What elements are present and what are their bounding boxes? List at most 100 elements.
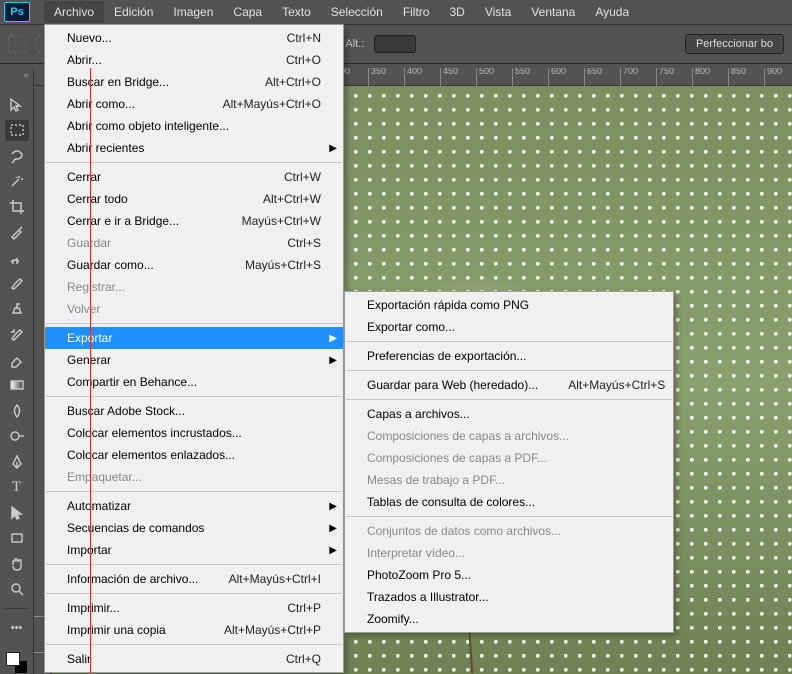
menu-item[interactable]: Exportar como... <box>345 316 673 338</box>
menubar-item-texto[interactable]: Texto <box>272 1 321 23</box>
marquee-tool-icon[interactable] <box>5 120 29 142</box>
menu-separator <box>346 370 672 371</box>
menu-item[interactable]: Guardar para Web (heredado)... Alt+Mayús+… <box>345 374 673 396</box>
menubar-item-3d[interactable]: 3D <box>439 1 474 23</box>
eyedropper-tool-icon[interactable] <box>5 222 29 244</box>
menubar-item-selección[interactable]: Selección <box>321 1 393 23</box>
menu-item-label: Registrar... <box>67 280 321 294</box>
menubar-item-capa[interactable]: Capa <box>223 1 272 23</box>
menu-item-shortcut: Ctrl+Q <box>286 652 321 666</box>
menu-item[interactable]: PhotoZoom Pro 5... <box>345 564 673 586</box>
menu-item: Interpretar vídeo... <box>345 542 673 564</box>
menu-item-label: Abrir recientes <box>67 141 321 155</box>
move-tool-icon[interactable] <box>5 94 29 116</box>
menu-item[interactable]: Trazados a Illustrator... <box>345 586 673 608</box>
hand-tool-icon[interactable] <box>5 553 29 575</box>
menubar-item-archivo[interactable]: Archivo <box>44 1 104 23</box>
dodge-tool-icon[interactable] <box>5 426 29 448</box>
menu-item[interactable]: Preferencias de exportación... <box>345 345 673 367</box>
ruler-tick: 400 <box>404 68 422 86</box>
gradient-tool-icon[interactable] <box>5 375 29 397</box>
app-logo[interactable]: Ps <box>4 2 30 22</box>
menu-item-label: Abrir... <box>67 53 256 67</box>
refine-edge-button[interactable]: Perfeccionar bo <box>685 34 784 54</box>
menu-item-shortcut: Ctrl+W <box>284 170 321 184</box>
menu-item-shortcut: Alt+Ctrl+W <box>263 192 321 206</box>
submenu-arrow-icon: ▶ <box>329 143 337 154</box>
height-field[interactable] <box>374 35 416 53</box>
menu-item-label: Colocar elementos enlazados... <box>67 448 321 462</box>
brush-tool-icon[interactable] <box>5 273 29 295</box>
zoom-tool-icon[interactable] <box>5 579 29 601</box>
menu-item[interactable]: Exportación rápida como PNG <box>345 294 673 316</box>
eraser-tool-icon[interactable] <box>5 349 29 371</box>
foreground-color-swatch[interactable] <box>6 652 20 666</box>
blur-tool-icon[interactable] <box>5 400 29 422</box>
menu-item-label: Exportación rápida como PNG <box>367 298 651 312</box>
menubar-item-imagen[interactable]: Imagen <box>163 1 223 23</box>
healing-brush-tool-icon[interactable] <box>5 247 29 269</box>
type-tool-icon[interactable]: T <box>5 477 29 499</box>
menu-item-label: Conjuntos de datos como archivos... <box>367 524 651 538</box>
color-swatches[interactable] <box>6 652 28 674</box>
ruler-tick: 600 <box>548 68 566 86</box>
menu-item-label: Volver <box>67 302 321 316</box>
menu-item-label: Capas a archivos... <box>367 407 651 421</box>
menu-item-shortcut: Ctrl+O <box>286 53 321 67</box>
menu-item[interactable]: Zoomify... <box>345 608 673 630</box>
menu-item-shortcut: Alt+Mayús+Ctrl+I <box>229 572 321 586</box>
menu-item-label: PhotoZoom Pro 5... <box>367 568 651 582</box>
menu-item-shortcut: Mayús+Ctrl+W <box>242 214 321 228</box>
menu-item-label: Mesas de trabajo a PDF... <box>367 473 651 487</box>
menu-item-label: Empaquetar... <box>67 470 321 484</box>
menu-item-label: Abrir como... <box>67 97 193 111</box>
menubar-item-edición[interactable]: Edición <box>104 1 163 23</box>
menu-item[interactable]: Tablas de consulta de colores... <box>345 491 673 513</box>
menu-item-shortcut: Alt+Mayús+Ctrl+S <box>568 378 665 392</box>
menubar-item-filtro[interactable]: Filtro <box>393 1 440 23</box>
crop-tool-icon[interactable] <box>5 196 29 218</box>
menu-item-label: Imprimir... <box>67 601 257 615</box>
menu-item-label: Interpretar vídeo... <box>367 546 651 560</box>
clone-stamp-tool-icon[interactable] <box>5 298 29 320</box>
menu-item-label: Cerrar <box>67 170 254 184</box>
menu-item-label: Tablas de consulta de colores... <box>367 495 651 509</box>
menu-separator <box>346 341 672 342</box>
menu-item-label: Salir <box>67 652 256 666</box>
menu-item-label: Nuevo... <box>67 31 257 45</box>
edit-toolbar-icon[interactable]: ••• <box>5 617 29 639</box>
menu-item-label: Buscar Adobe Stock... <box>67 404 321 418</box>
guide-line[interactable] <box>90 68 91 674</box>
ruler-tick: 550 <box>512 68 530 86</box>
menubar-item-ventana[interactable]: Ventana <box>521 1 585 23</box>
menu-item-shortcut: Mayús+Ctrl+S <box>245 258 321 272</box>
ruler-tick: 350 <box>368 68 386 86</box>
menu-item-shortcut: Alt+Mayús+Ctrl+P <box>224 623 321 637</box>
menu-exportar: Exportación rápida como PNG Exportar como… <box>344 291 674 633</box>
menu-item-shortcut: Ctrl+S <box>287 236 321 250</box>
menu-item[interactable]: Nuevo...Ctrl+N <box>45 27 343 49</box>
path-selection-tool-icon[interactable] <box>5 502 29 524</box>
menu-item-label: Composiciones de capas a archivos... <box>367 429 651 443</box>
menu-item-shortcut: Ctrl+P <box>287 601 321 615</box>
submenu-arrow-icon: ▶ <box>329 355 337 366</box>
menu-item: Composiciones de capas a PDF... <box>345 447 673 469</box>
menu-item-label: Zoomify... <box>367 612 651 626</box>
menubar-item-vista[interactable]: Vista <box>475 1 521 23</box>
menubar-item-ayuda[interactable]: Ayuda <box>585 1 639 23</box>
menu-item-label: Guardar para Web (heredado)... <box>367 378 538 392</box>
menu-item[interactable]: Capas a archivos... <box>345 403 673 425</box>
lasso-tool-icon[interactable] <box>5 145 29 167</box>
menu-item-label: Cerrar todo <box>67 192 233 206</box>
menu-item-label: Importar <box>67 543 321 557</box>
menu-item-label: Generar <box>67 353 321 367</box>
menu-item-label: Buscar en Bridge... <box>67 75 235 89</box>
rectangle-tool-icon[interactable] <box>5 528 29 550</box>
history-brush-tool-icon[interactable] <box>5 324 29 346</box>
pen-tool-icon[interactable] <box>5 451 29 473</box>
menu-archivo: Nuevo...Ctrl+N Abrir... Ctrl+O Buscar en Br… <box>44 24 344 673</box>
submenu-arrow-icon: ▶ <box>329 523 337 534</box>
ruler-tick: 500 <box>476 68 494 86</box>
magic-wand-tool-icon[interactable] <box>5 171 29 193</box>
ruler-tick: 900 <box>764 68 782 86</box>
